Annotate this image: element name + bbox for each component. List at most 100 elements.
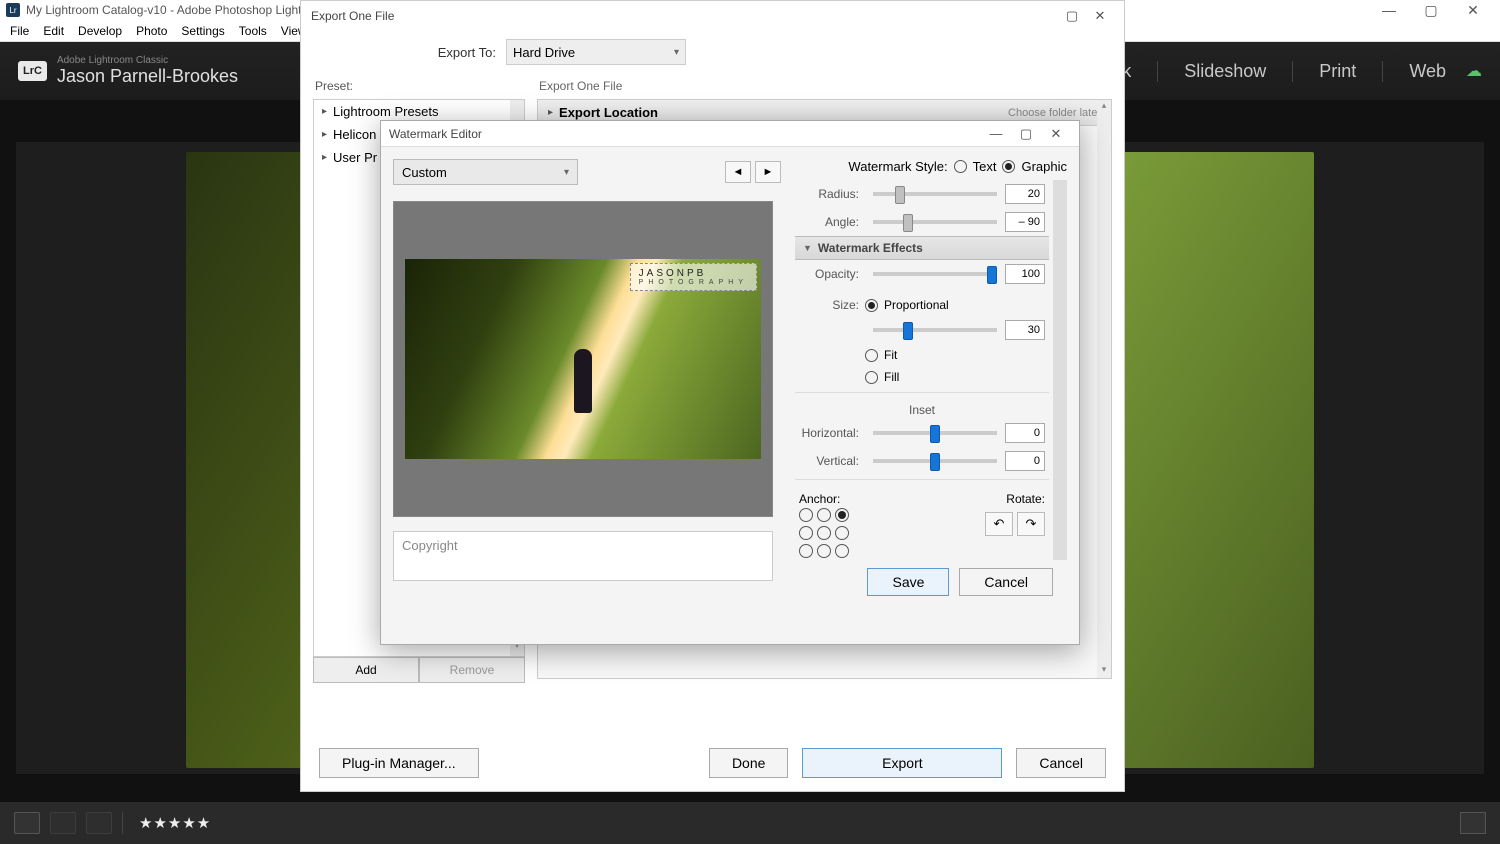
nav-slideshow[interactable]: Slideshow: [1184, 61, 1266, 82]
plugin-manager-button[interactable]: Plug-in Manager...: [319, 748, 479, 778]
anchor-bl[interactable]: [799, 544, 813, 558]
vertical-slider[interactable]: [873, 459, 997, 463]
style-text-radio[interactable]: [954, 160, 967, 173]
size-fill-radio[interactable]: [865, 371, 878, 384]
horizontal-slider[interactable]: [873, 431, 997, 435]
radius-label: Radius:: [799, 187, 865, 201]
scroll-up-icon[interactable]: ▴: [1053, 180, 1067, 194]
style-graphic-radio[interactable]: [1002, 160, 1015, 173]
scroll-down-icon[interactable]: ▾: [1053, 546, 1067, 560]
nav-print[interactable]: Print: [1319, 61, 1356, 82]
export-dialog-titlebar: Export One File ▢ ✕: [301, 1, 1124, 31]
anchor-bc[interactable]: [817, 544, 831, 558]
watermark-cancel-button[interactable]: Cancel: [959, 568, 1053, 596]
anchor-mr[interactable]: [835, 526, 849, 540]
preview-prev-button[interactable]: ◄: [725, 161, 751, 183]
watermark-preview: JASONPB PHOTOGRAPHY: [393, 201, 773, 517]
rotate-ccw-button[interactable]: ↶: [985, 512, 1013, 536]
watermark-titlebar: Watermark Editor — ▢ ✕: [381, 121, 1079, 147]
watermark-overlay[interactable]: JASONPB PHOTOGRAPHY: [630, 263, 757, 291]
identity-name: Jason Parnell-Brookes: [57, 66, 238, 87]
style-text-label: Text: [973, 159, 997, 174]
preset-label: Preset:: [313, 73, 525, 99]
menu-photo[interactable]: Photo: [130, 22, 173, 40]
app-icon: Lr: [6, 3, 20, 17]
nav-web[interactable]: Web: [1409, 61, 1446, 82]
toolbar-menu-icon[interactable]: [1460, 812, 1486, 834]
watermark-preset-select[interactable]: Custom ▾: [393, 159, 578, 185]
chevron-down-icon: ▼: [803, 243, 812, 253]
watermark-save-button[interactable]: Save: [867, 568, 949, 596]
size-proportional-label: Proportional: [884, 298, 949, 312]
wm-close-button[interactable]: ✕: [1041, 126, 1071, 142]
identity-plate[interactable]: Adobe Lightroom Classic Jason Parnell-Br…: [57, 55, 238, 87]
chevron-down-icon: ▾: [674, 47, 679, 58]
preset-remove-button[interactable]: Remove: [419, 657, 525, 683]
copyright-input[interactable]: Copyright: [393, 531, 773, 581]
chevron-down-icon: ▾: [564, 167, 569, 178]
opacity-slider[interactable]: [873, 272, 997, 276]
controls-scrollbar[interactable]: ▴ ▾: [1053, 180, 1067, 560]
compare-icon[interactable]: [50, 812, 76, 834]
size-input[interactable]: [1005, 320, 1045, 340]
watermark-effects-header[interactable]: ▼ Watermark Effects: [795, 236, 1049, 260]
os-close-button[interactable]: ✕: [1452, 2, 1494, 19]
rating-stars[interactable]: ★★★★★: [139, 814, 211, 832]
export-dialog-title: Export One File: [311, 9, 394, 23]
anchor-ml[interactable]: [799, 526, 813, 540]
size-slider[interactable]: [873, 328, 997, 332]
export-to-row: Export To: Hard Drive ▾: [301, 31, 1124, 73]
view-mode-icon[interactable]: [14, 812, 40, 834]
menu-settings[interactable]: Settings: [175, 22, 230, 40]
os-maximize-button[interactable]: ▢: [1410, 2, 1452, 19]
scroll-thumb[interactable]: [1055, 238, 1065, 458]
menu-edit[interactable]: Edit: [37, 22, 70, 40]
done-button[interactable]: Done: [709, 748, 788, 778]
app-title: My Lightroom Catalog-v10 - Adobe Photosh…: [26, 3, 319, 17]
menu-tools[interactable]: Tools: [233, 22, 273, 40]
anchor-tl[interactable]: [799, 508, 813, 522]
export-cancel-button[interactable]: Cancel: [1016, 748, 1106, 778]
opacity-input[interactable]: [1005, 264, 1045, 284]
export-button[interactable]: Export: [802, 748, 1002, 778]
rotate-cw-button[interactable]: ↷: [1017, 512, 1045, 536]
sections-scrollbar[interactable]: ▴ ▾: [1097, 100, 1111, 678]
export-close-button[interactable]: ✕: [1086, 8, 1114, 24]
angle-input[interactable]: [1005, 212, 1045, 232]
export-to-label: Export To:: [301, 45, 506, 60]
watermark-style-label: Watermark Style:: [848, 159, 947, 174]
anchor-tc[interactable]: [817, 508, 831, 522]
menu-develop[interactable]: Develop: [72, 22, 128, 40]
wm-maximize-button[interactable]: ▢: [1011, 126, 1041, 142]
anchor-br[interactable]: [835, 544, 849, 558]
export-location-label: Export Location: [559, 105, 658, 120]
angle-slider[interactable]: [873, 220, 997, 224]
cloud-sync-icon[interactable]: ☁: [1466, 61, 1482, 81]
os-minimize-button[interactable]: —: [1368, 2, 1410, 18]
style-graphic-label: Graphic: [1021, 159, 1067, 174]
export-maximize-button[interactable]: ▢: [1058, 8, 1086, 24]
size-proportional-radio[interactable]: [865, 299, 878, 312]
anchor-mc[interactable]: [817, 526, 831, 540]
survey-icon[interactable]: [86, 812, 112, 834]
module-nav: Book Slideshow Print Web: [1090, 61, 1446, 82]
watermark-footer: Save Cancel: [795, 560, 1067, 604]
size-fit-radio[interactable]: [865, 349, 878, 362]
vertical-input[interactable]: [1005, 451, 1045, 471]
preview-image[interactable]: JASONPB PHOTOGRAPHY: [405, 259, 761, 459]
menu-file[interactable]: File: [4, 22, 35, 40]
radius-input[interactable]: [1005, 184, 1045, 204]
preset-add-button[interactable]: Add: [313, 657, 419, 683]
export-footer: Plug-in Manager... Done Export Cancel: [301, 735, 1124, 791]
export-to-select[interactable]: Hard Drive ▾: [506, 39, 686, 65]
wm-minimize-button[interactable]: —: [981, 126, 1011, 141]
chevron-right-icon: ▸: [548, 107, 553, 118]
rotate-label: Rotate:: [1006, 492, 1045, 506]
horizontal-input[interactable]: [1005, 423, 1045, 443]
export-sub-header: Export One File: [537, 73, 1112, 99]
anchor-tr[interactable]: [835, 508, 849, 522]
radius-slider[interactable]: [873, 192, 997, 196]
lrc-logo: LrC: [18, 61, 47, 81]
horizontal-label: Horizontal:: [799, 426, 865, 440]
preview-next-button[interactable]: ►: [755, 161, 781, 183]
